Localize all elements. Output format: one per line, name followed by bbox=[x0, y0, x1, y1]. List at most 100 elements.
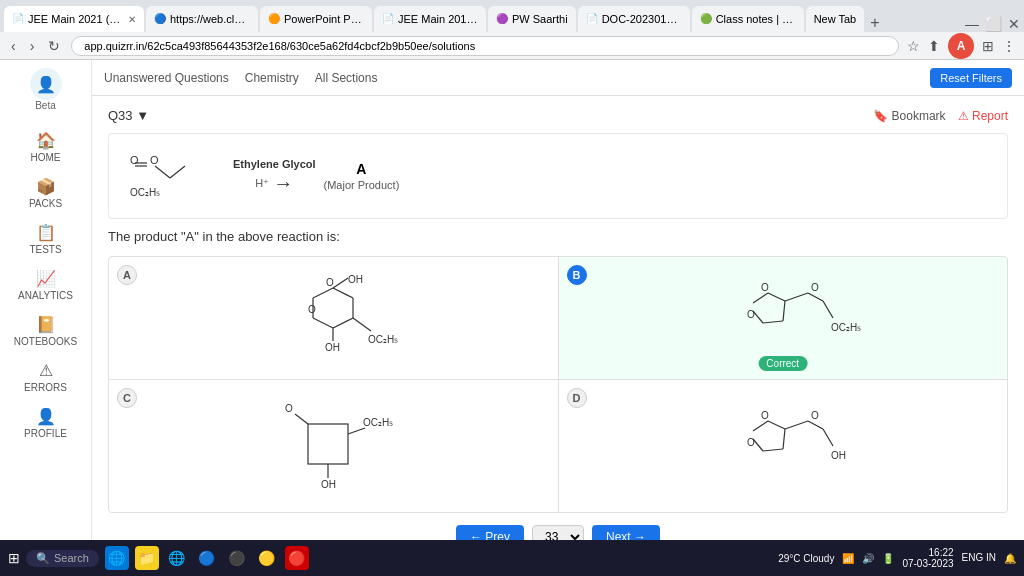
next-button[interactable]: Next → bbox=[592, 525, 660, 540]
tab-5[interactable]: 🟣 PW Saarthi bbox=[488, 6, 576, 32]
all-sections-filter[interactable]: All Sections bbox=[315, 71, 378, 85]
tab-4[interactable]: 📄 JEE Main 2016 (Onlin… bbox=[374, 6, 486, 32]
svg-line-4 bbox=[155, 166, 170, 178]
svg-text:O: O bbox=[811, 282, 819, 293]
svg-line-23 bbox=[783, 301, 785, 321]
taskbar-app-icon-2[interactable]: ⚫ bbox=[225, 546, 249, 570]
tab-close-icon[interactable]: ✕ bbox=[128, 14, 136, 25]
sidebar-item-profile[interactable]: 👤 PROFILE bbox=[6, 401, 86, 445]
question-header: Q33 ▼ 🔖 Bookmark ⚠ Report bbox=[108, 108, 1008, 123]
sidebar-item-tests[interactable]: 📋 TESTS bbox=[6, 217, 86, 261]
svg-line-28 bbox=[785, 293, 808, 301]
product-area: A (Major Product) bbox=[324, 161, 400, 191]
tab-7-label: Class notes | FILO bbox=[716, 13, 796, 25]
navigation-area: ← Prev 33 Next → bbox=[108, 513, 1008, 540]
prev-button[interactable]: ← Prev bbox=[456, 525, 524, 540]
taskbar-app-icon-4[interactable]: 🔴 bbox=[285, 546, 309, 570]
sidebar-home-label: HOME bbox=[31, 152, 61, 163]
tab-label: JEE Main 2021 (17… bbox=[28, 13, 124, 25]
new-tab-icon[interactable]: + bbox=[870, 14, 879, 32]
sidebar-item-errors[interactable]: ⚠ ERRORS bbox=[6, 355, 86, 399]
menu-icon[interactable]: ⋮ bbox=[1002, 38, 1016, 54]
restore-icon[interactable]: ⬜ bbox=[985, 16, 1002, 32]
page-select[interactable]: 33 bbox=[532, 525, 584, 540]
option-d-label: D bbox=[567, 388, 587, 408]
analytics-icon: 📈 bbox=[36, 269, 56, 288]
option-c-structure: O OC₂H₅ OH bbox=[253, 396, 413, 496]
weather-info: 29°C Cloudy bbox=[778, 553, 834, 564]
report-button[interactable]: ⚠ Report bbox=[958, 109, 1008, 123]
taskbar-chrome-icon[interactable]: 🌐 bbox=[165, 546, 189, 570]
sidebar-item-notebooks[interactable]: 📔 NOTEBOOKS bbox=[6, 309, 86, 353]
taskbar: ⊞ 🔍 Search 🌐 📁 🌐 🔵 ⚫ 🟡 🔴 29°C Cloudy 📶 🔊… bbox=[0, 540, 1024, 576]
windows-start-icon[interactable]: ⊞ bbox=[8, 550, 20, 566]
packs-icon: 📦 bbox=[36, 177, 56, 196]
taskbar-explorer-icon[interactable]: 📁 bbox=[135, 546, 159, 570]
taskbar-app-icon-3[interactable]: 🟡 bbox=[255, 546, 279, 570]
sidebar-item-packs[interactable]: 📦 PACKS bbox=[6, 171, 86, 215]
svg-text:OC₂H₅: OC₂H₅ bbox=[831, 322, 861, 333]
home-icon: 🏠 bbox=[36, 131, 56, 150]
svg-text:O: O bbox=[811, 410, 819, 421]
svg-text:OH: OH bbox=[831, 450, 846, 461]
url-input[interactable] bbox=[71, 36, 899, 56]
option-a[interactable]: A O O OH bbox=[109, 257, 558, 379]
reset-filters-button[interactable]: Reset Filters bbox=[930, 68, 1012, 88]
address-bar: ‹ › ↻ ☆ ⬆ A ⊞ ⋮ bbox=[0, 32, 1024, 60]
product-label: A bbox=[356, 161, 366, 177]
tab-2[interactable]: 🔵 https://web.classplus… bbox=[146, 6, 258, 32]
wifi-icon: 📶 bbox=[842, 553, 854, 564]
option-c[interactable]: C O OC₂H₅ OH bbox=[109, 380, 558, 512]
option-b[interactable]: B O O O bbox=[559, 257, 1008, 379]
notification-icon[interactable]: 🔔 bbox=[1004, 553, 1016, 564]
battery-icon: 🔋 bbox=[882, 553, 894, 564]
tab-5-label: PW Saarthi bbox=[512, 13, 568, 25]
forward-button[interactable]: › bbox=[27, 38, 38, 54]
taskbar-edge-icon[interactable]: 🌐 bbox=[105, 546, 129, 570]
taskbar-search[interactable]: 🔍 Search bbox=[26, 550, 99, 567]
option-a-structure: O O OH OC₂H₅ OH bbox=[253, 273, 413, 363]
errors-icon: ⚠ bbox=[39, 361, 53, 380]
options-grid: A O O OH bbox=[108, 256, 1008, 513]
taskbar-app-icon-1[interactable]: 🔵 bbox=[195, 546, 219, 570]
svg-line-17 bbox=[353, 318, 371, 331]
svg-text:OH: OH bbox=[321, 479, 336, 490]
bookmark-star-icon[interactable]: ☆ bbox=[907, 38, 920, 54]
tab-8-label: New Tab bbox=[814, 13, 857, 25]
close-icon[interactable]: ✕ bbox=[1008, 16, 1020, 32]
minimize-icon[interactable]: — bbox=[965, 16, 979, 32]
tab-6[interactable]: 📄 DOC-20230121-WAO… bbox=[578, 6, 690, 32]
svg-line-40 bbox=[753, 421, 768, 431]
tab-8[interactable]: New Tab bbox=[806, 6, 865, 32]
unanswered-filter[interactable]: Unanswered Questions bbox=[104, 71, 229, 85]
logo-icon: 👤 bbox=[30, 68, 62, 100]
search-label: Search bbox=[54, 552, 89, 564]
taskbar-left: ⊞ 🔍 Search 🌐 📁 🌐 🔵 ⚫ 🟡 🔴 bbox=[8, 546, 309, 570]
svg-line-30 bbox=[808, 293, 823, 301]
sidebar-tests-label: TESTS bbox=[29, 244, 61, 255]
chemistry-filter[interactable]: Chemistry bbox=[245, 71, 299, 85]
tab-7[interactable]: 🟢 Class notes | FILO bbox=[692, 6, 804, 32]
tab-3[interactable]: 🟠 PowerPoint Presentati… bbox=[260, 6, 372, 32]
option-d[interactable]: D O O O bbox=[559, 380, 1008, 512]
sidebar-item-analytics[interactable]: 📈 ANALYTICS bbox=[6, 263, 86, 307]
back-button[interactable]: ‹ bbox=[8, 38, 19, 54]
correct-badge: Correct bbox=[758, 356, 807, 371]
product-note: (Major Product) bbox=[324, 179, 400, 191]
reload-button[interactable]: ↻ bbox=[45, 38, 63, 54]
svg-text:OH: OH bbox=[348, 274, 363, 285]
svg-text:OH: OH bbox=[325, 342, 340, 353]
bookmark-button[interactable]: 🔖 Bookmark bbox=[873, 109, 945, 123]
svg-text:O: O bbox=[747, 309, 755, 320]
sidebar-logo: 👤 Beta bbox=[30, 68, 62, 111]
reaction-arrow-area: Ethylene Glycol H⁺ → bbox=[233, 158, 316, 195]
option-d-structure: O O O OH bbox=[703, 401, 863, 491]
share-icon[interactable]: ⬆ bbox=[928, 38, 940, 54]
svg-line-31 bbox=[823, 301, 833, 318]
user-avatar[interactable]: A bbox=[948, 33, 974, 59]
tab-active[interactable]: 📄 JEE Main 2021 (17… ✕ bbox=[4, 6, 144, 32]
sidebar-item-home[interactable]: 🏠 HOME bbox=[6, 125, 86, 169]
question-actions: 🔖 Bookmark ⚠ Report bbox=[873, 109, 1008, 123]
svg-line-24 bbox=[763, 321, 783, 323]
extensions-icon[interactable]: ⊞ bbox=[982, 38, 994, 54]
